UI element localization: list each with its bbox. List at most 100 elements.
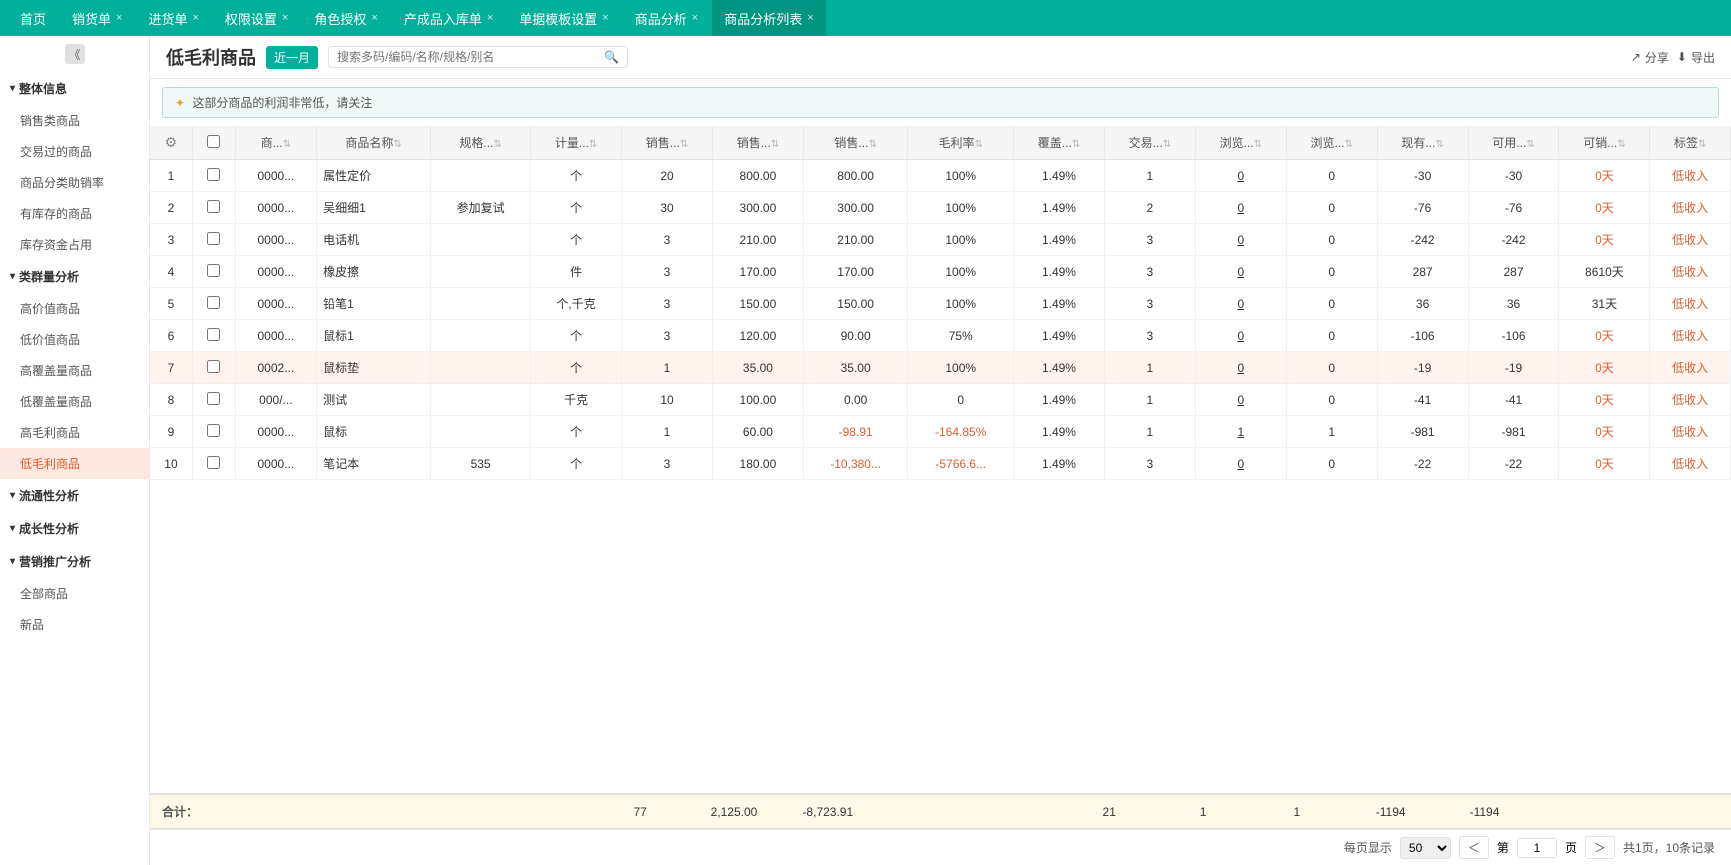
nav-close-权限设置[interactable]: ×: [282, 12, 288, 24]
row-checkbox[interactable]: [207, 424, 220, 437]
nav-close-销货单[interactable]: ×: [116, 12, 122, 24]
td-browse2: 0: [1286, 352, 1377, 384]
th-settings[interactable]: ⚙: [150, 126, 192, 160]
td-available: 287: [1468, 256, 1559, 288]
nav-item-角色授权[interactable]: 角色授权×: [302, 0, 389, 36]
td-spec: [431, 384, 531, 416]
nav-item-商品分析列表[interactable]: 商品分析列表×: [712, 0, 825, 36]
td-unit: 个: [531, 192, 622, 224]
td-gross-rate: 100%: [908, 224, 1014, 256]
row-checkbox[interactable]: [207, 200, 220, 213]
row-checkbox[interactable]: [207, 168, 220, 181]
sidebar-collapse-btn[interactable]: 《: [65, 44, 85, 64]
page-label2: 页: [1565, 839, 1577, 856]
td-browse1[interactable]: 0: [1195, 448, 1286, 480]
td-available: -76: [1468, 192, 1559, 224]
sidebar-section-流通性分析[interactable]: ▾流通性分析: [0, 479, 149, 512]
td-name: 鼠标: [317, 416, 431, 448]
nav-close-商品分析列表[interactable]: ×: [807, 12, 813, 24]
sidebar-item-低价值商品[interactable]: 低价值商品: [0, 324, 149, 355]
td-tag: 低收入: [1650, 192, 1731, 224]
nav-close-单据模板设置[interactable]: ×: [602, 12, 608, 24]
td-browse1[interactable]: 0: [1195, 288, 1286, 320]
nav-close-角色授权[interactable]: ×: [371, 12, 377, 24]
sidebar-section-整体信息[interactable]: ▾整体信息: [0, 72, 149, 105]
td-spec: [431, 160, 531, 192]
arrow-icon: ▾: [10, 523, 15, 534]
footer-spacer6: [969, 805, 1063, 819]
td-sales-qty: 3: [622, 224, 713, 256]
sidebar-item-库存资金占用[interactable]: 库存资金占用: [0, 229, 149, 260]
td-name: 橡皮擦: [317, 256, 431, 288]
select-all-checkbox[interactable]: [207, 135, 220, 148]
td-browse1[interactable]: 1: [1195, 416, 1286, 448]
sidebar-item-高毛利商品[interactable]: 高毛利商品: [0, 417, 149, 448]
page-input[interactable]: [1517, 838, 1557, 858]
th-current: 现有...⇅: [1377, 126, 1468, 160]
row-checkbox[interactable]: [207, 456, 220, 469]
period-button[interactable]: 近一月: [266, 46, 318, 69]
row-checkbox[interactable]: [207, 328, 220, 341]
sidebar-item-新品[interactable]: 新品: [0, 609, 149, 640]
td-current: -242: [1377, 224, 1468, 256]
td-available: 36: [1468, 288, 1559, 320]
sidebar-section-类群量分析[interactable]: ▾类群量分析: [0, 260, 149, 293]
td-browse1[interactable]: 0: [1195, 224, 1286, 256]
td-sales-price: 100.00: [712, 384, 803, 416]
row-checkbox[interactable]: [207, 296, 220, 309]
prev-page-button[interactable]: ＜: [1459, 836, 1489, 859]
td-trade: 1: [1104, 160, 1195, 192]
td-browse1[interactable]: 0: [1195, 320, 1286, 352]
nav-close-商品分析[interactable]: ×: [692, 12, 698, 24]
nav-item-权限设置[interactable]: 权限设置×: [213, 0, 300, 36]
nav-item-产成品入库单[interactable]: 产成品入库单×: [392, 0, 505, 36]
sidebar-item-销售类商品[interactable]: 销售类商品: [0, 105, 149, 136]
share-button[interactable]: ↗ 分享: [1631, 49, 1669, 66]
sidebar-item-商品分类助销率[interactable]: 商品分类助销率: [0, 167, 149, 198]
settings-icon[interactable]: ⚙: [165, 134, 178, 150]
table-footer: 合计： 77 2,125.00 -8,723.91 21 1 1 -1194 -…: [150, 793, 1731, 829]
nav-item-首页[interactable]: 首页: [8, 0, 58, 36]
td-saleable: 0天: [1559, 320, 1650, 352]
row-checkbox[interactable]: [207, 360, 220, 373]
table-row: 9 0000... 鼠标 个 1 60.00 -98.91 -164.85% 1…: [150, 416, 1731, 448]
page-size-select[interactable]: 50 100: [1400, 837, 1451, 859]
sidebar-item-有库存的商品[interactable]: 有库存的商品: [0, 198, 149, 229]
sidebar-item-高覆盖量商品[interactable]: 高覆盖量商品: [0, 355, 149, 386]
nav-close-进货单[interactable]: ×: [192, 12, 198, 24]
nav-item-销货单[interactable]: 销货单×: [60, 0, 134, 36]
nav-item-进货单[interactable]: 进货单×: [136, 0, 210, 36]
export-button[interactable]: ⬇ 导出: [1677, 49, 1715, 66]
footer-spacer3: [406, 805, 500, 819]
row-checkbox[interactable]: [207, 392, 220, 405]
sidebar-item-低覆盖量商品[interactable]: 低覆盖量商品: [0, 386, 149, 417]
td-code: 0000...: [235, 448, 317, 480]
td-cover: 1.49%: [1014, 256, 1105, 288]
td-browse1[interactable]: 0: [1195, 192, 1286, 224]
next-page-button[interactable]: ＞: [1585, 836, 1615, 859]
td-browse1[interactable]: 0: [1195, 256, 1286, 288]
td-name: 电话机: [317, 224, 431, 256]
sidebar-section-成长性分析[interactable]: ▾成长性分析: [0, 512, 149, 545]
sidebar-item-交易过的商品[interactable]: 交易过的商品: [0, 136, 149, 167]
search-input[interactable]: [337, 50, 600, 64]
table-row: 6 0000... 鼠标1 个 3 120.00 90.00 75% 1.49%…: [150, 320, 1731, 352]
sidebar-item-低毛利商品[interactable]: 低毛利商品: [0, 448, 149, 479]
td-browse1[interactable]: 0: [1195, 160, 1286, 192]
sidebar-section-营销推广分析[interactable]: ▾营销推广分析: [0, 545, 149, 578]
sidebar-item-全部商品[interactable]: 全部商品: [0, 578, 149, 609]
td-sales-profit: 800.00: [803, 160, 908, 192]
nav-item-单据模板设置[interactable]: 单据模板设置×: [507, 0, 620, 36]
row-checkbox[interactable]: [207, 264, 220, 277]
td-browse1[interactable]: 0: [1195, 352, 1286, 384]
nav-item-商品分析[interactable]: 商品分析×: [623, 0, 710, 36]
td-browse1[interactable]: 0: [1195, 384, 1286, 416]
row-checkbox[interactable]: [207, 232, 220, 245]
sidebar-item-高价值商品[interactable]: 高价值商品: [0, 293, 149, 324]
td-cover: 1.49%: [1014, 448, 1105, 480]
td-saleable: 0天: [1559, 192, 1650, 224]
footer-browse1: 1: [1156, 805, 1250, 819]
td-unit: 千克: [531, 384, 622, 416]
nav-close-产成品入库单[interactable]: ×: [487, 12, 493, 24]
search-icon[interactable]: 🔍: [604, 50, 619, 64]
